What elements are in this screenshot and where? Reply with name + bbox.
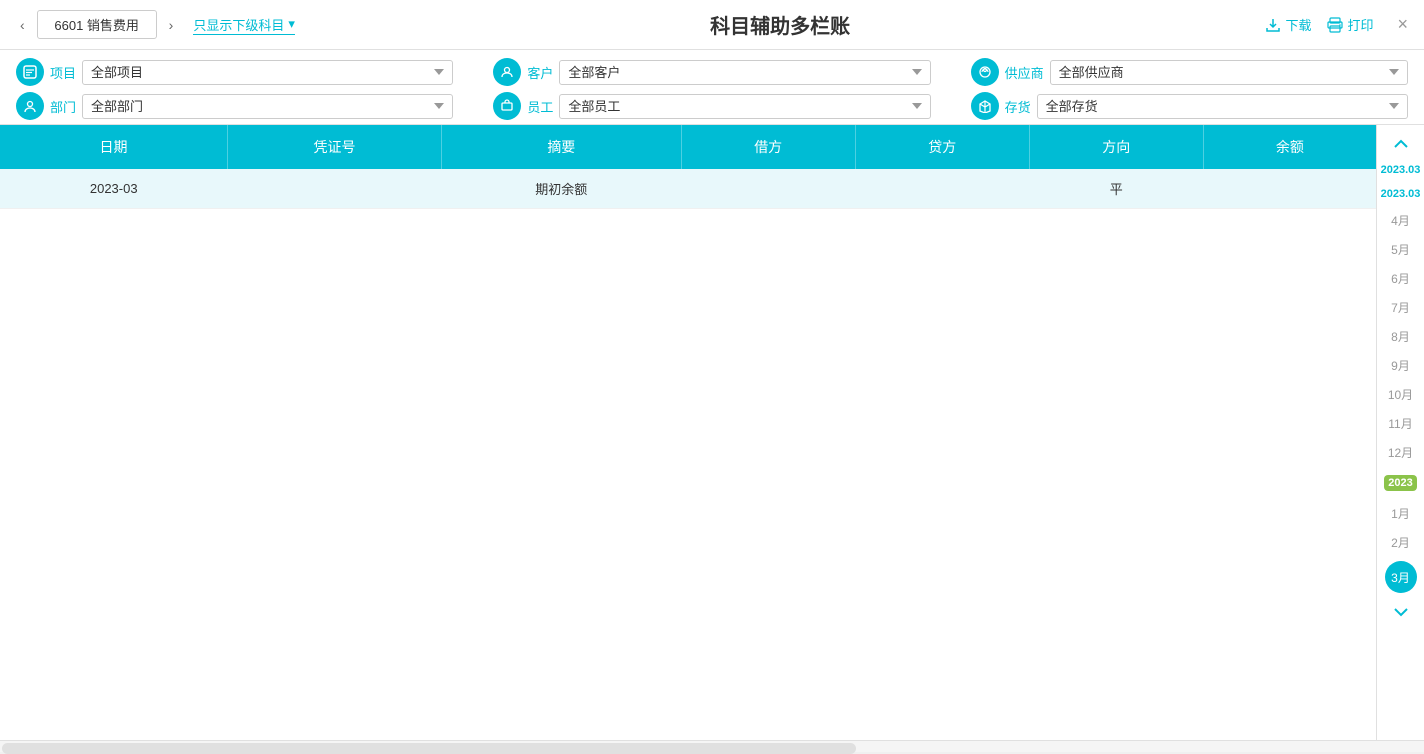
show-sub-dropdown-icon: ▾	[288, 16, 295, 32]
col-summary: 摘要	[441, 125, 681, 169]
table-row: 2023-03 期初余额 平	[0, 169, 1376, 209]
sidebar-month-8[interactable]: 8月	[1377, 322, 1424, 351]
sidebar-month-11[interactable]: 11月	[1377, 409, 1424, 438]
sidebar-year-badge[interactable]: 2023	[1384, 475, 1416, 491]
sidebar-month-6[interactable]: 6月	[1377, 264, 1424, 293]
sidebar-month-4[interactable]: 4月	[1377, 206, 1424, 235]
cell-summary: 期初余额	[441, 169, 681, 209]
customer-label: 客户	[527, 63, 553, 82]
top-bar: ‹ 6601 销售费用 › 只显示下级科目 ▾ 科目辅助多栏账 下载	[0, 0, 1424, 50]
main-window: ‹ 6601 销售费用 › 只显示下级科目 ▾ 科目辅助多栏账 下载	[0, 0, 1424, 752]
inventory-filter-item: 存货 全部存货	[971, 92, 1408, 120]
sidebar-down-button[interactable]	[1377, 597, 1424, 626]
table-header-row: 日期 凭证号 摘要 借方 贷方 方向 余额	[0, 125, 1376, 169]
cell-balance	[1203, 169, 1376, 209]
col-credit: 贷方	[855, 125, 1029, 169]
filter-row-1: 项目 全部项目 客户 全部客	[16, 58, 1408, 86]
show-sub-label: 只显示下级科目	[193, 15, 284, 34]
show-sub-toggle[interactable]: 只显示下级科目 ▾	[193, 15, 295, 35]
print-button[interactable]: 打印	[1327, 15, 1373, 34]
page-title: 科目辅助多栏账	[303, 10, 1258, 39]
month-sidebar: 2023.03 2023.03 4月 5月 6月 7月 8月 9月 10月 11…	[1376, 125, 1424, 740]
project-icon	[16, 58, 44, 86]
sidebar-month-1[interactable]: 1月	[1377, 499, 1424, 528]
table-container[interactable]: 日期 凭证号 摘要 借方 贷方 方向 余额 2023-03 期初余额	[0, 125, 1376, 740]
sidebar-month-2023-03-second[interactable]: 2023.03	[1377, 182, 1424, 206]
print-icon	[1327, 17, 1343, 33]
employee-filter-item: 员工 全部员工	[493, 92, 930, 120]
table-area: 日期 凭证号 摘要 借方 贷方 方向 余额 2023-03 期初余额	[0, 125, 1424, 740]
col-balance: 余额	[1203, 125, 1376, 169]
close-button[interactable]: ×	[1397, 14, 1408, 35]
filter-row-2: 部门 全部部门 员工 全部员	[16, 92, 1408, 120]
customer-filter-item: 客户 全部客户	[493, 58, 930, 86]
download-button[interactable]: 下载	[1265, 15, 1311, 34]
supplier-filter-item: 供应商 全部供应商	[971, 58, 1408, 86]
col-date: 日期	[0, 125, 227, 169]
supplier-icon	[971, 58, 999, 86]
sidebar-up-button[interactable]	[1377, 129, 1424, 158]
horizontal-scrollbar[interactable]	[0, 740, 1424, 752]
col-direction: 方向	[1029, 125, 1203, 169]
ledger-table: 日期 凭证号 摘要 借方 贷方 方向 余额 2023-03 期初余额	[0, 125, 1376, 209]
employee-icon	[493, 92, 521, 120]
sidebar-month-3-active[interactable]: 3月	[1385, 561, 1417, 593]
cell-credit	[855, 169, 1029, 209]
print-label: 打印	[1347, 15, 1373, 34]
col-voucher: 凭证号	[227, 125, 441, 169]
download-label: 下载	[1285, 15, 1311, 34]
supplier-label: 供应商	[1005, 63, 1044, 82]
inventory-select[interactable]: 全部存货	[1037, 94, 1408, 119]
account-code-display: 6601 销售费用	[37, 10, 157, 39]
customer-select[interactable]: 全部客户	[559, 60, 930, 85]
col-debit: 借方	[681, 125, 855, 169]
chevron-up-icon	[1394, 139, 1408, 149]
dept-filter-item: 部门 全部部门	[16, 92, 453, 120]
project-select[interactable]: 全部项目	[82, 60, 453, 85]
sidebar-month-2023-03-top[interactable]: 2023.03	[1377, 158, 1424, 182]
download-icon	[1265, 17, 1281, 33]
employee-label: 员工	[527, 97, 553, 116]
cell-debit	[681, 169, 855, 209]
supplier-select[interactable]: 全部供应商	[1050, 60, 1408, 85]
sidebar-month-2[interactable]: 2月	[1377, 528, 1424, 557]
project-label: 项目	[50, 63, 76, 82]
project-filter-item: 项目 全部项目	[16, 58, 453, 86]
cell-voucher	[227, 169, 441, 209]
dept-icon	[16, 92, 44, 120]
sidebar-month-5[interactable]: 5月	[1377, 235, 1424, 264]
filter-bar: 项目 全部项目 客户 全部客	[0, 50, 1424, 125]
sidebar-month-12[interactable]: 12月	[1377, 438, 1424, 467]
inventory-label: 存货	[1005, 97, 1031, 116]
employee-select[interactable]: 全部员工	[559, 94, 930, 119]
dept-label: 部门	[50, 97, 76, 116]
inventory-icon	[971, 92, 999, 120]
prev-account-btn[interactable]: ‹	[16, 15, 29, 35]
cell-direction: 平	[1029, 169, 1203, 209]
sidebar-month-9[interactable]: 9月	[1377, 351, 1424, 380]
dept-select[interactable]: 全部部门	[82, 94, 453, 119]
customer-icon	[493, 58, 521, 86]
chevron-down-icon	[1394, 607, 1408, 617]
sidebar-month-10[interactable]: 10月	[1377, 380, 1424, 409]
next-account-btn[interactable]: ›	[165, 15, 178, 35]
sidebar-month-7[interactable]: 7月	[1377, 293, 1424, 322]
scrollbar-track[interactable]	[2, 743, 856, 754]
cell-date: 2023-03	[0, 169, 227, 209]
top-actions: 下载 打印 ×	[1265, 14, 1408, 35]
